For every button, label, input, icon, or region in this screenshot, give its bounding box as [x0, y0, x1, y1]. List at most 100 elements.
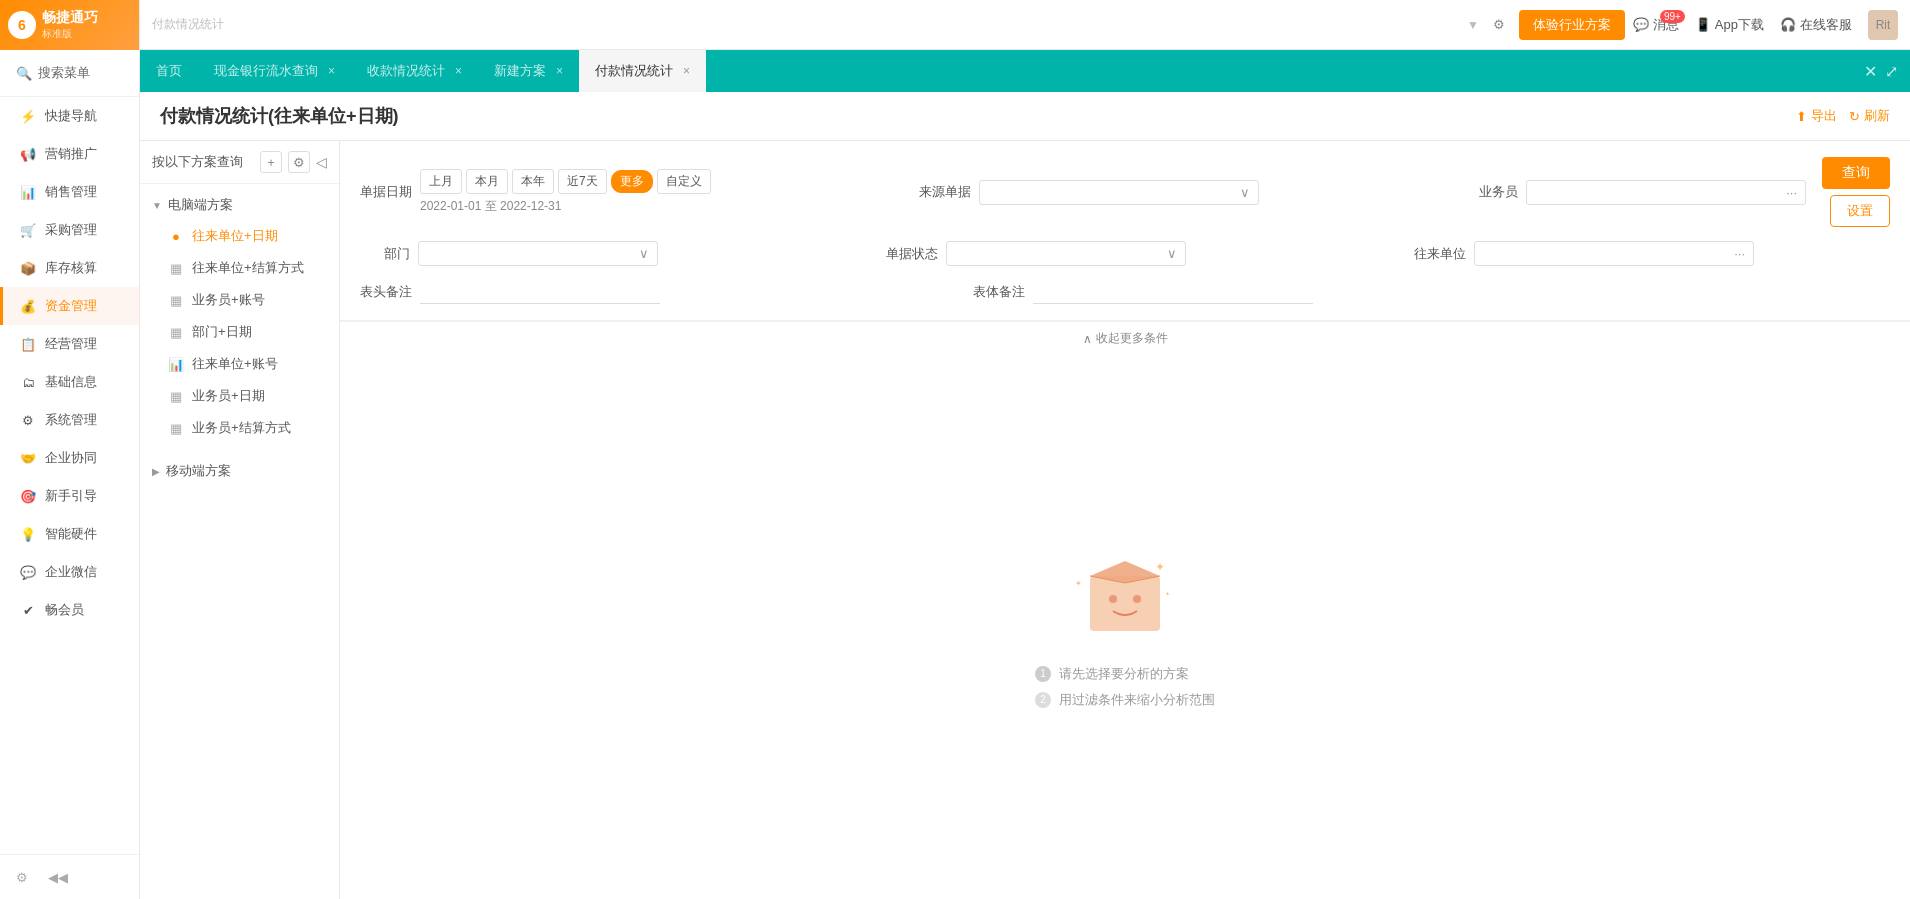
- bill-status-select[interactable]: ∨: [946, 241, 1186, 266]
- header-remark-input[interactable]: [420, 280, 660, 304]
- last-7days-btn[interactable]: 近7天: [558, 169, 607, 194]
- bill-status-label: 单据状态: [886, 245, 938, 263]
- online-service-btn[interactable]: 🎧 在线客服: [1780, 16, 1852, 34]
- sidebar-item-system[interactable]: ⚙ 系统管理: [0, 401, 139, 439]
- counterpart-label: 往来单位: [1414, 245, 1466, 263]
- user-avatar[interactable]: Rit: [1868, 10, 1898, 40]
- tab-receipt-stats[interactable]: 收款情况统计 ×: [351, 50, 478, 92]
- tab-close-btn[interactable]: ×: [455, 64, 462, 78]
- app-icon: 📱: [1695, 17, 1711, 32]
- sidebar-item-label: 销售管理: [45, 183, 97, 201]
- counterpart-section: 往来单位 ···: [1414, 241, 1754, 266]
- trial-btn[interactable]: 体验行业方案: [1519, 10, 1625, 40]
- filter-area: 单据日期 上月 本月 本年 近7天 更多 自定义 2022-01-01 至 20…: [340, 141, 1910, 899]
- sidebar-item-label: 经营管理: [45, 335, 97, 353]
- sidebar-item-operation[interactable]: 📋 经营管理: [0, 325, 139, 363]
- last-month-btn[interactable]: 上月: [420, 169, 462, 194]
- sales-icon: 📊: [19, 183, 37, 201]
- dropdown-arrow-icon: ∨: [1167, 246, 1177, 261]
- page-title: 付款情况统计(往来单位+日期): [160, 104, 399, 128]
- tab-cash-flow[interactable]: 现金银行流水查询 ×: [198, 50, 351, 92]
- tab-close-btn[interactable]: ×: [683, 64, 690, 78]
- scheme-item-label: 业务员+结算方式: [192, 419, 291, 437]
- sidebar-item-quick-nav[interactable]: ⚡ 快捷导航: [0, 97, 139, 135]
- active-scheme-icon: ●: [168, 228, 184, 244]
- scheme-item-label: 往来单位+账号: [192, 355, 278, 373]
- add-scheme-btn[interactable]: +: [260, 151, 282, 173]
- tab-payment-stats[interactable]: 付款情况统计 ×: [579, 50, 706, 92]
- more-dates-btn[interactable]: 更多: [611, 170, 653, 193]
- sidebar-item-marketing[interactable]: 📢 营销推广: [0, 135, 139, 173]
- close-window-btn[interactable]: ✕: [1864, 62, 1877, 81]
- date-range-text: 2022-01-01 至 2022-12-31: [420, 198, 711, 215]
- messages-btn[interactable]: 💬 消息 99+: [1633, 16, 1679, 34]
- app-download-btn[interactable]: 📱 App下载: [1695, 16, 1764, 34]
- scheme-item-partner-account[interactable]: 📊 往来单位+账号: [140, 348, 339, 380]
- salesman-select[interactable]: ···: [1526, 180, 1806, 205]
- tip-1: 1 请先选择要分析的方案: [1035, 661, 1215, 687]
- desktop-group-header[interactable]: ▼ 电脑端方案: [140, 190, 339, 220]
- tab-new-scheme[interactable]: 新建方案 ×: [478, 50, 579, 92]
- tab-home-label: 首页: [156, 62, 182, 80]
- topbar-dropdown[interactable]: ▼: [1467, 18, 1479, 32]
- sidebar-item-wechat[interactable]: 💬 企业微信: [0, 553, 139, 591]
- custom-date-btn[interactable]: 自定义: [657, 169, 711, 194]
- scheme-panel-title: 按以下方案查询: [152, 153, 243, 171]
- export-btn[interactable]: ⬆ 导出: [1796, 107, 1837, 125]
- mobile-group-header[interactable]: ▶ 移动端方案: [140, 456, 339, 486]
- avatar-text: Rit: [1876, 18, 1891, 32]
- header-remark-section: 表头备注: [360, 280, 660, 304]
- counterpart-select[interactable]: ···: [1474, 241, 1754, 266]
- scheme-settings-btn[interactable]: ⚙: [288, 151, 310, 173]
- tab-close-btn[interactable]: ×: [328, 64, 335, 78]
- tab-window-btns: ✕ ⤢: [1852, 50, 1910, 92]
- scheme-item-salesman-date[interactable]: ▦ 业务员+日期: [140, 380, 339, 412]
- sidebar-item-enterprise[interactable]: 🤝 企业协同: [0, 439, 139, 477]
- tip-num-2: 2: [1035, 692, 1051, 708]
- sidebar-item-label: 畅会员: [45, 601, 84, 619]
- sidebar-footer: ⚙ ◀◀: [0, 854, 139, 899]
- sidebar-item-sales[interactable]: 📊 销售管理: [0, 173, 139, 211]
- source-bill-label: 来源单据: [919, 183, 971, 201]
- scheme-collapse-btn[interactable]: ◁: [316, 154, 327, 170]
- query-btn[interactable]: 查询: [1822, 157, 1890, 189]
- vip-icon: ✔: [19, 601, 37, 619]
- source-bill-select[interactable]: ∨: [979, 180, 1259, 205]
- sidebar-collapse-btn[interactable]: ◀◀: [44, 863, 72, 891]
- maximize-btn[interactable]: ⤢: [1885, 62, 1898, 81]
- svg-text:✦: ✦: [1155, 560, 1165, 574]
- sidebar-item-finance[interactable]: 💰 资金管理: [0, 287, 139, 325]
- body-area: 按以下方案查询 + ⚙ ◁ ▼ 电脑端方案 ● 往来单位+日期 ▦: [140, 141, 1910, 899]
- header-remark-label: 表头备注: [360, 283, 412, 301]
- sidebar-settings-btn[interactable]: ⚙: [8, 863, 36, 891]
- refresh-btn[interactable]: ↻ 刷新: [1849, 107, 1890, 125]
- this-year-btn[interactable]: 本年: [512, 169, 554, 194]
- scheme-item-label: 往来单位+日期: [192, 227, 278, 245]
- scheme-icon: ▦: [168, 324, 184, 340]
- dept-select[interactable]: ∨: [418, 241, 658, 266]
- tab-home[interactable]: 首页: [140, 50, 198, 92]
- svg-point-5: [1133, 595, 1141, 603]
- tab-label: 收款情况统计: [367, 62, 445, 80]
- tab-close-btn[interactable]: ×: [556, 64, 563, 78]
- this-month-btn[interactable]: 本月: [466, 169, 508, 194]
- body-remark-input[interactable]: [1033, 280, 1313, 304]
- scheme-item-partner-settle[interactable]: ▦ 往来单位+结算方式: [140, 252, 339, 284]
- sidebar-item-basic[interactable]: 🗂 基础信息: [0, 363, 139, 401]
- sidebar-item-hardware[interactable]: 💡 智能硬件: [0, 515, 139, 553]
- filter-settings-btn[interactable]: 设置: [1830, 195, 1890, 227]
- sidebar-item-guide[interactable]: 🎯 新手引导: [0, 477, 139, 515]
- scheme-item-salesman-account[interactable]: ▦ 业务员+账号: [140, 284, 339, 316]
- svg-text:✦: ✦: [1075, 579, 1082, 588]
- sidebar-item-vip[interactable]: ✔ 畅会员: [0, 591, 139, 629]
- topbar-gear-btn[interactable]: ⚙: [1485, 11, 1513, 39]
- empty-state: ✦ ✦ ✦ 1 请先选择要分析的方案 2 用过滤条件来缩小分析范围: [340, 355, 1910, 899]
- collapse-bar[interactable]: ∧ 收起更多条件: [340, 321, 1910, 355]
- sidebar-item-stock[interactable]: 📦 库存核算: [0, 249, 139, 287]
- scheme-item-partner-date[interactable]: ● 往来单位+日期: [140, 220, 339, 252]
- tab-label: 付款情况统计: [595, 62, 673, 80]
- scheme-item-salesman-settle[interactable]: ▦ 业务员+结算方式: [140, 412, 339, 444]
- sidebar-item-purchase[interactable]: 🛒 采购管理: [0, 211, 139, 249]
- scheme-item-dept-date[interactable]: ▦ 部门+日期: [140, 316, 339, 348]
- search-menu-item[interactable]: 🔍 搜索菜单: [8, 58, 131, 88]
